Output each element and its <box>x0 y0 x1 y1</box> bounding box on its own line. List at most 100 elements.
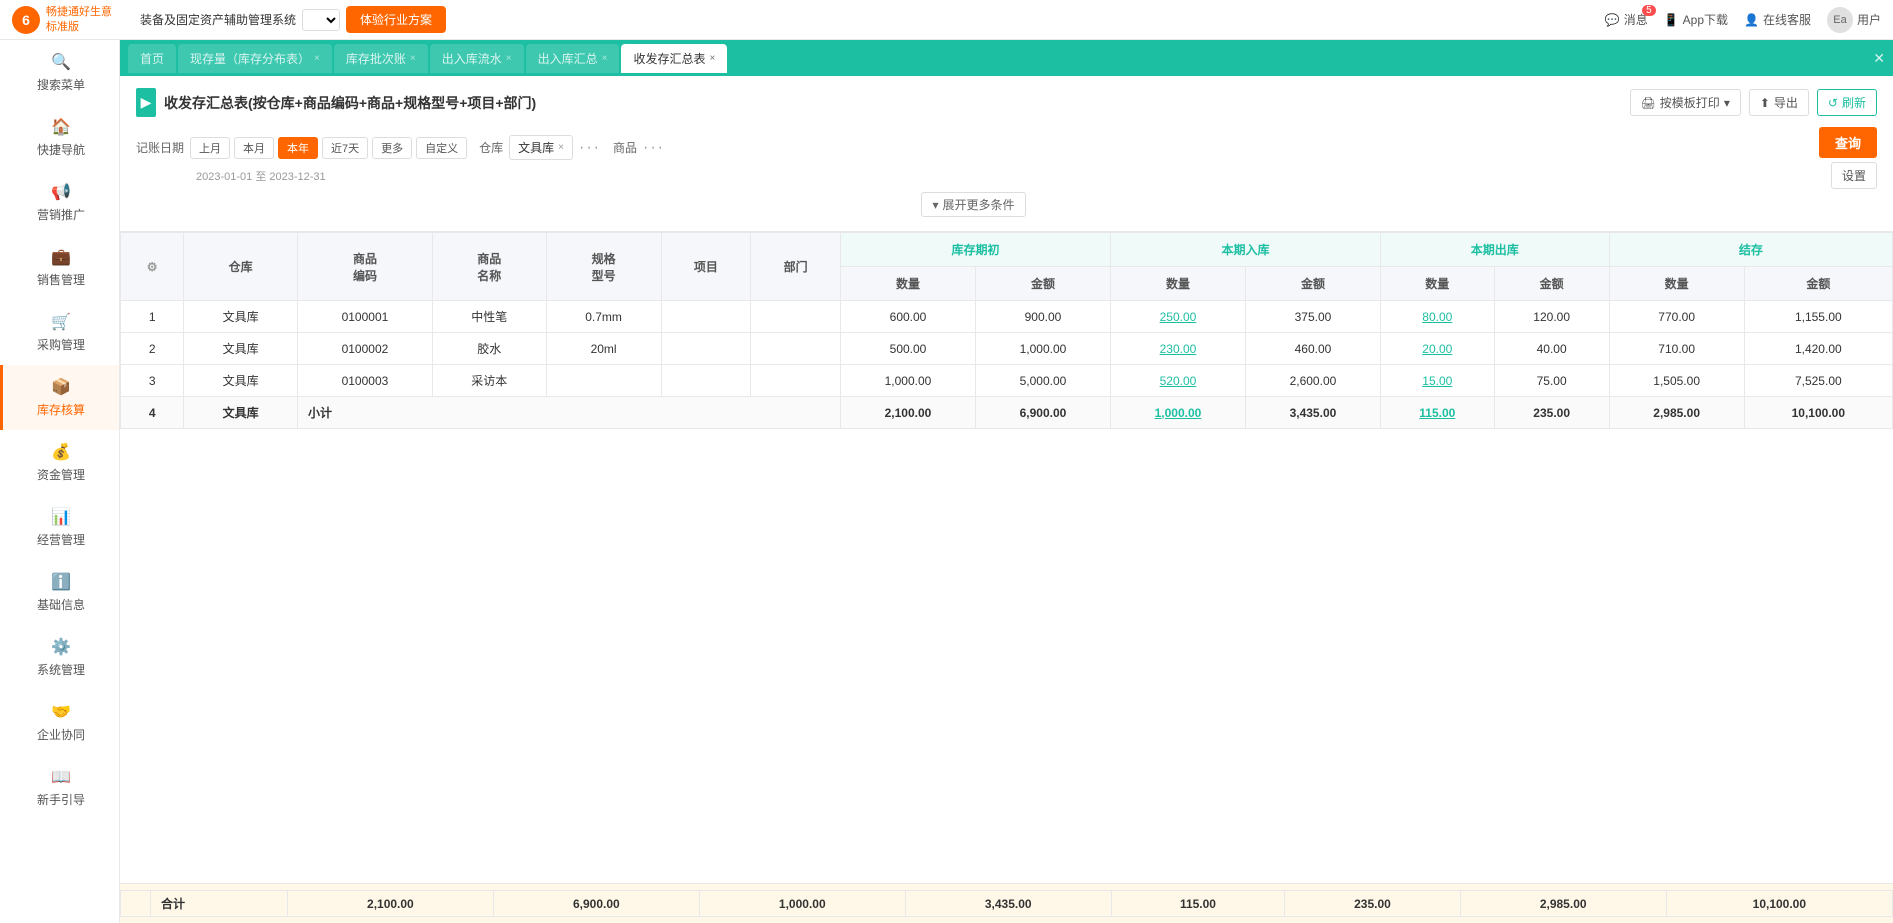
sales-icon: 💼 <box>51 247 71 267</box>
row-project <box>661 333 751 365</box>
total-opening-amt: 6,900.00 <box>493 891 699 917</box>
export-button[interactable]: ⬆ 导出 <box>1749 89 1809 116</box>
set-button[interactable]: 设置 <box>1831 162 1877 189</box>
col-dept: 部门 <box>751 233 841 301</box>
sidebar-item-operations[interactable]: 📊 经营管理 <box>0 495 119 560</box>
row-in-qty[interactable]: 250.00 <box>1110 301 1245 333</box>
guide-icon: 📖 <box>51 767 71 787</box>
row-warehouse: 文具库 <box>184 333 298 365</box>
warehouse-ellipsis-button[interactable]: ··· <box>579 139 601 157</box>
row-in-qty[interactable]: 520.00 <box>1110 365 1245 397</box>
sidebar-item-collab[interactable]: 🤝 企业协同 <box>0 690 119 755</box>
total-label: 合计 <box>151 891 288 917</box>
table-area: ⚙ 仓库 商品编码 商品名称 规格型号 项目 部门 库存期初 本期入库 本期出库… <box>120 232 1893 923</box>
subtotal-row: 4 文具库 小计 2,100.00 6,900.00 1,000.00 3,43… <box>121 397 1893 429</box>
total-balance-qty: 2,985.00 <box>1460 891 1666 917</box>
tab-summary[interactable]: 出入库汇总 × <box>526 44 620 73</box>
col-out-qty: 数量 <box>1380 267 1494 301</box>
row-balance-amt: 1,420.00 <box>1744 333 1892 365</box>
tab-flow[interactable]: 出入库流水 × <box>430 44 524 73</box>
system-name: 装备及固定资产辅助管理系统 <box>140 11 296 28</box>
sidebar-item-basic[interactable]: ℹ️ 基础信息 <box>0 560 119 625</box>
row-out-qty[interactable]: 80.00 <box>1380 301 1494 333</box>
tab-close-summary[interactable]: × <box>602 53 608 64</box>
tab-close-recv-send[interactable]: × <box>709 53 715 64</box>
tab-recv-send[interactable]: 收发存汇总表 × <box>621 44 727 73</box>
avatar: Ea <box>1827 7 1853 33</box>
subtotal-balance-qty: 2,985.00 <box>1609 397 1744 429</box>
subtotal-in-qty[interactable]: 1,000.00 <box>1110 397 1245 429</box>
query-button[interactable]: 查询 <box>1819 127 1877 158</box>
row-out-qty[interactable]: 20.00 <box>1380 333 1494 365</box>
col-project: 项目 <box>661 233 751 301</box>
row-warehouse: 文具库 <box>184 365 298 397</box>
app-download-action[interactable]: 📱 App下载 <box>1664 11 1728 28</box>
print-button[interactable]: 🖨 按模板打印 ▾ <box>1630 89 1741 116</box>
tab-close-flow[interactable]: × <box>506 53 512 64</box>
row-project <box>661 301 751 333</box>
expand-button[interactable]: ▾ 展开更多条件 <box>921 192 1025 217</box>
subtotal-warehouse: 文具库 <box>184 397 298 429</box>
table-gear-icon[interactable]: ⚙ <box>147 260 158 274</box>
collapse-button[interactable]: ▶ <box>136 88 156 117</box>
message-action[interactable]: 💬 消息 5 <box>1605 11 1648 28</box>
sidebar-item-sales[interactable]: 💼 销售管理 <box>0 235 119 300</box>
collab-icon: 🤝 <box>51 702 71 722</box>
date-btn-this-month[interactable]: 本月 <box>234 137 274 159</box>
row-in-amt: 375.00 <box>1245 301 1380 333</box>
sidebar-item-search[interactable]: 🔍 搜索菜单 <box>0 40 119 105</box>
download-icon: 📱 <box>1664 13 1679 27</box>
system-selector[interactable] <box>302 9 340 31</box>
date-btn-this-year[interactable]: 本年 <box>278 137 318 159</box>
row-spec: 0.7mm <box>546 301 661 333</box>
date-btn-last-month[interactable]: 上月 <box>190 137 230 159</box>
subtotal-opening-qty: 2,100.00 <box>841 397 976 429</box>
tab-batch[interactable]: 库存批次账 × <box>334 44 428 73</box>
row-warehouse: 文具库 <box>184 301 298 333</box>
table-row: 2 文具库 0100002 胶水 20ml 500.00 1,000.00 23… <box>121 333 1893 365</box>
sidebar-item-finance[interactable]: 💰 资金管理 <box>0 430 119 495</box>
sidebar: 🔍 搜索菜单 🏠 快捷导航 📢 营销推广 💼 销售管理 🛒 采购管理 📦 库存核… <box>0 40 120 923</box>
tab-stock-dist[interactable]: 现存量（库存分布表） × <box>178 44 332 73</box>
service-icon: 👤 <box>1744 13 1759 27</box>
sidebar-item-guide[interactable]: 📖 新手引导 <box>0 755 119 820</box>
row-opening-amt: 1,000.00 <box>975 333 1110 365</box>
row-balance-amt: 1,155.00 <box>1744 301 1892 333</box>
row-name: 采访本 <box>432 365 546 397</box>
tab-close-all[interactable]: ✕ <box>1873 50 1885 67</box>
logo-area: 6 畅捷通好生意 标准版 <box>12 5 132 34</box>
filter-section: 记账日期 上月 本月 本年 近7天 更多 自定义 仓库 <box>136 127 1811 225</box>
sidebar-item-marketing[interactable]: 📢 营销推广 <box>0 170 119 235</box>
filter-bar: 记账日期 上月 本月 本年 近7天 更多 自定义 仓库 <box>136 127 1811 168</box>
sidebar-item-inventory[interactable]: 📦 库存核算 <box>0 365 119 430</box>
row-out-qty[interactable]: 15.00 <box>1380 365 1494 397</box>
row-out-amt: 120.00 <box>1494 301 1609 333</box>
goods-label: 商品 <box>613 139 637 156</box>
user-action[interactable]: Ea 用户 <box>1827 7 1881 33</box>
sidebar-item-nav[interactable]: 🏠 快捷导航 <box>0 105 119 170</box>
goods-ellipsis-button[interactable]: ··· <box>643 139 665 157</box>
settings-header[interactable]: ⚙ <box>121 233 184 301</box>
sidebar-item-purchase[interactable]: 🛒 采购管理 <box>0 300 119 365</box>
experience-button[interactable]: 体验行业方案 <box>346 6 446 33</box>
tab-close-batch[interactable]: × <box>410 53 416 64</box>
online-service-action[interactable]: 👤 在线客服 <box>1744 11 1811 28</box>
refresh-icon: ↺ <box>1828 96 1838 110</box>
refresh-button[interactable]: ↺ 刷新 <box>1817 89 1877 116</box>
col-balance-qty: 数量 <box>1609 267 1744 301</box>
table-row: 3 文具库 0100003 采访本 1,000.00 5,000.00 520.… <box>121 365 1893 397</box>
operations-icon: 📊 <box>51 507 71 527</box>
sidebar-item-system[interactable]: ⚙️ 系统管理 <box>0 625 119 690</box>
date-btn-custom[interactable]: 自定义 <box>416 137 467 159</box>
warehouse-tag-close[interactable]: × <box>558 142 564 153</box>
tab-close-stock-dist[interactable]: × <box>314 53 320 64</box>
date-btn-7days[interactable]: 近7天 <box>322 137 368 159</box>
row-opening-qty: 1,000.00 <box>841 365 976 397</box>
subtotal-out-qty[interactable]: 115.00 <box>1380 397 1494 429</box>
tab-home[interactable]: 首页 <box>128 44 176 73</box>
total-opening-qty: 2,100.00 <box>287 891 493 917</box>
row-in-qty[interactable]: 230.00 <box>1110 333 1245 365</box>
date-btn-more[interactable]: 更多 <box>372 137 412 159</box>
col-group-out: 本期出库 <box>1380 233 1609 267</box>
info-icon: ℹ️ <box>51 572 71 592</box>
